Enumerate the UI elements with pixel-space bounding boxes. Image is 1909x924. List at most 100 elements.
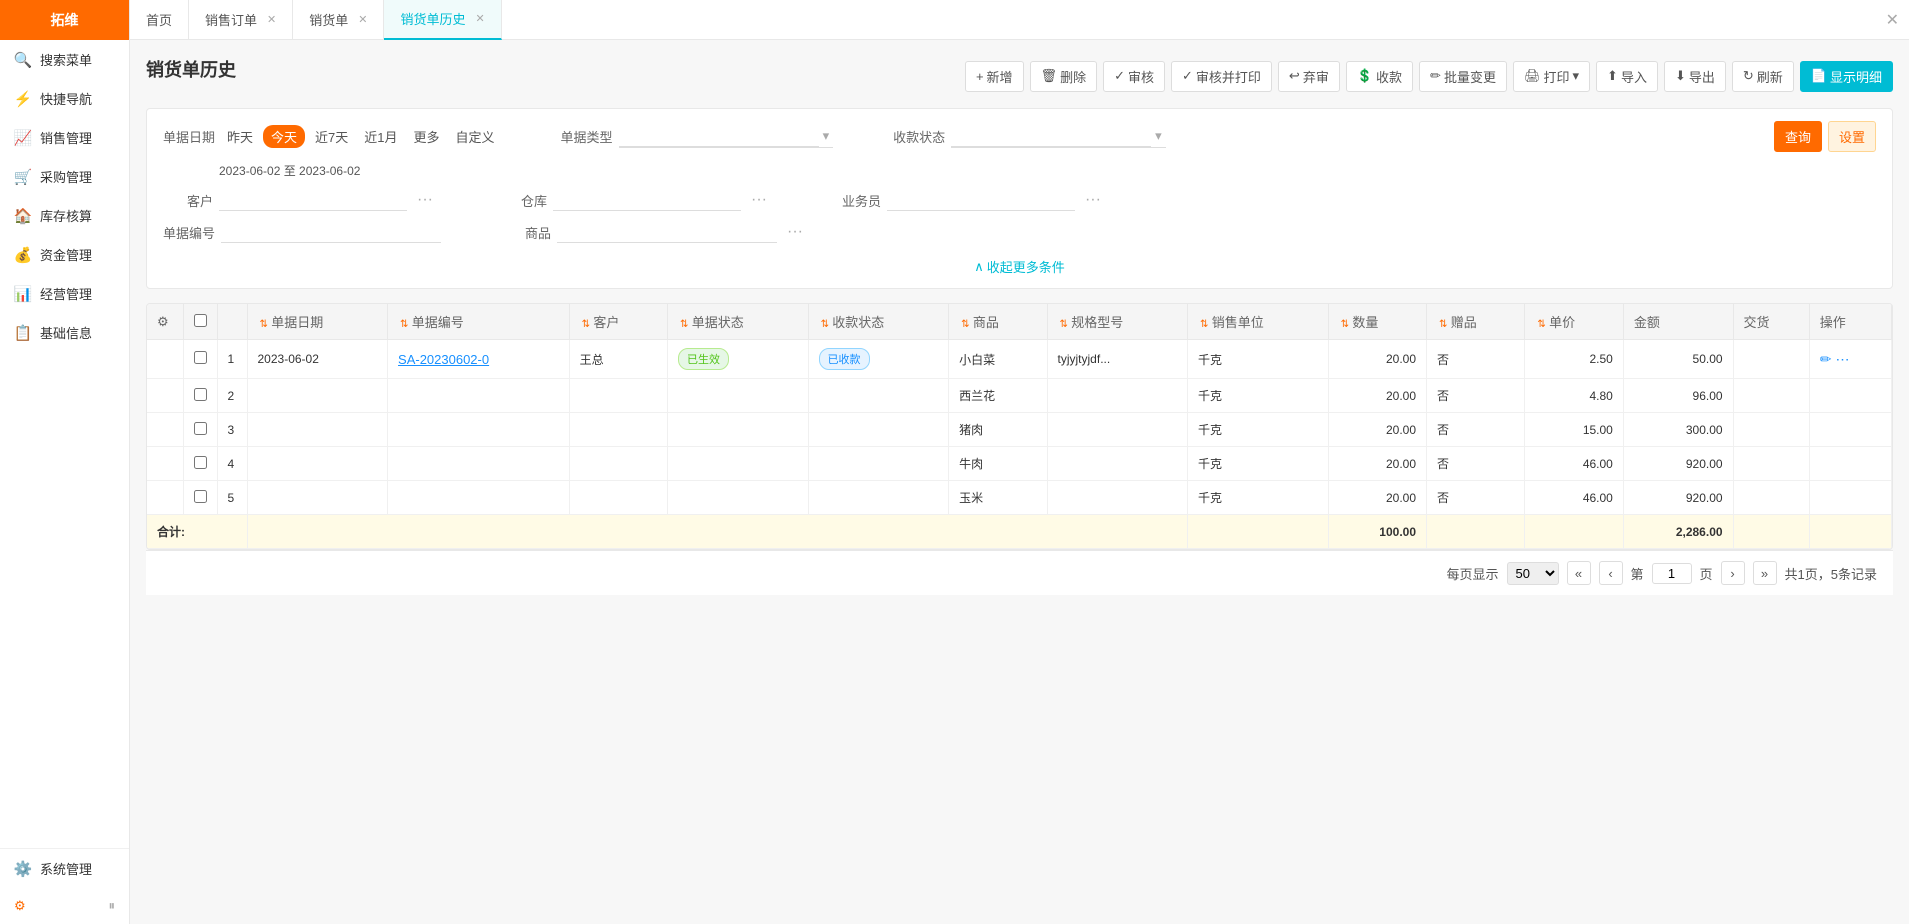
batch-change-button[interactable]: ✏ 批量变更 [1419, 61, 1507, 92]
date-btn-1month[interactable]: 近1月 [358, 125, 403, 148]
sort-customer-icon: ⇅ [582, 319, 590, 330]
collect-status-dropdown-icon[interactable]: ▾ [1151, 128, 1166, 144]
query-button[interactable]: 查询 [1774, 121, 1822, 152]
abandon-button[interactable]: ↩ 弃审 [1278, 61, 1340, 92]
cell-customer-1 [569, 379, 667, 413]
sidebar-item-purchase-mgmt[interactable]: 🛒 采购管理 [0, 157, 129, 196]
cell-transaction-0 [1733, 340, 1809, 379]
salesperson-ellipsis[interactable]: ··· [1081, 191, 1105, 209]
per-page-select[interactable]: 50 100 200 [1507, 562, 1559, 585]
col-gift[interactable]: ⇅ 赠品 [1427, 304, 1525, 340]
edit-icon-0[interactable]: ✏ [1820, 351, 1832, 368]
collapse-icon: ⏸ [109, 898, 116, 914]
sidebar-item-basic-info[interactable]: 📋 基础信息 [0, 313, 129, 352]
date-value: 2023-06-02 至 2023-06-02 [163, 162, 1876, 179]
goods-ellipsis[interactable]: ··· [783, 223, 807, 241]
refresh-button[interactable]: ↻ 刷新 [1732, 61, 1794, 92]
cell-doc-no-0[interactable]: SA-20230602-0 [388, 340, 570, 379]
doc-type-label: 单据类型 [561, 127, 613, 146]
page-input[interactable] [1652, 563, 1692, 584]
sidebar-item-sys-mgmt[interactable]: ⚙️ 系统管理 [0, 849, 129, 888]
tab-home[interactable]: 首页 [130, 0, 189, 40]
customer-ellipsis[interactable]: ··· [413, 191, 437, 209]
col-spec[interactable]: ⇅ 规格型号 [1047, 304, 1188, 340]
row-checkbox-1[interactable] [194, 388, 207, 401]
audit-button[interactable]: ✓ 审核 [1103, 61, 1165, 92]
col-settings[interactable]: ⚙ [147, 304, 183, 340]
cell-unit-price-3: 46.00 [1525, 447, 1623, 481]
row-checkbox-3[interactable] [194, 456, 207, 469]
doc-type-input[interactable] [619, 125, 819, 147]
salesperson-input[interactable] [887, 189, 1075, 211]
goods-input[interactable] [557, 221, 777, 243]
col-doc-date[interactable]: ⇅ 单据日期 [247, 304, 388, 340]
tab-sales-history[interactable]: 销货单历史 ✕ [384, 0, 501, 40]
warehouse-ellipsis[interactable]: ··· [747, 191, 771, 209]
col-goods[interactable]: ⇅ 商品 [949, 304, 1047, 340]
collect-status-input[interactable] [951, 125, 1151, 147]
date-btn-7days[interactable]: 近7天 [309, 125, 354, 148]
page-last-button[interactable]: » [1753, 561, 1777, 585]
tab-bar-close-all[interactable]: ✕ [1886, 10, 1909, 30]
tab-sales-history-close[interactable]: ✕ [476, 12, 485, 25]
page-first-button[interactable]: « [1567, 561, 1591, 585]
print-button[interactable]: 🖨 打印 ▾ [1513, 61, 1590, 92]
date-label: 单据日期 [163, 127, 215, 146]
cell-customer-3 [569, 447, 667, 481]
doc-no-input[interactable] [221, 221, 441, 243]
import-button[interactable]: ⬆ 导入 [1596, 61, 1658, 92]
col-qty[interactable]: ⇅ 数量 [1328, 304, 1426, 340]
row-checkbox-4[interactable] [194, 490, 207, 503]
delete-button[interactable]: 🗑 删除 [1030, 61, 1098, 92]
cell-qty-1: 20.00 [1328, 379, 1426, 413]
sidebar-item-search-menu[interactable]: 🔍 搜索菜单 [0, 40, 129, 79]
date-btn-today[interactable]: 今天 [263, 125, 305, 148]
collect-button[interactable]: 💲 收款 [1346, 61, 1413, 92]
collapse-button[interactable]: ∧ 收起更多条件 [974, 257, 1065, 276]
new-button[interactable]: + 新增 [965, 61, 1024, 92]
sidebar-item-funds-mgmt[interactable]: 💰 资金管理 [0, 235, 129, 274]
col-doc-status[interactable]: ⇅ 单据状态 [668, 304, 809, 340]
table-row: 12023-06-02SA-20230602-0王总已生效已收款小白菜tyjyj… [147, 340, 1892, 379]
export-button[interactable]: ⬇ 导出 [1664, 61, 1726, 92]
col-doc-no[interactable]: ⇅ 单据编号 [388, 304, 570, 340]
cell-transaction-4 [1733, 481, 1809, 515]
sidebar-item-inventory[interactable]: 🏠 库存核算 [0, 196, 129, 235]
query-settings-group: 查询 设置 [1774, 121, 1876, 152]
page-next-button[interactable]: › [1721, 561, 1745, 585]
doc-type-dropdown-icon[interactable]: ▾ [819, 128, 834, 144]
cell-spec-1 [1047, 379, 1188, 413]
page-prev-button[interactable]: ‹ [1599, 561, 1623, 585]
col-collect-status[interactable]: ⇅ 收款状态 [808, 304, 949, 340]
sidebar-item-quick-nav[interactable]: ⚡ 快捷导航 [0, 79, 129, 118]
col-customer[interactable]: ⇅ 客户 [569, 304, 667, 340]
show-detail-button[interactable]: 📄 显示明细 [1800, 61, 1893, 92]
date-btn-custom[interactable]: 自定义 [450, 125, 501, 148]
sidebar-item-sales-mgmt[interactable]: 📈 销售管理 [0, 118, 129, 157]
sidebar-item-ops-mgmt[interactable]: 📊 经营管理 [0, 274, 129, 313]
row-checkbox-2[interactable] [194, 422, 207, 435]
cell-doc-status-3 [668, 447, 809, 481]
col-unit[interactable]: ⇅ 销售单位 [1188, 304, 1329, 340]
col-unit-price[interactable]: ⇅ 单价 [1525, 304, 1623, 340]
cell-unit-1: 千克 [1188, 379, 1329, 413]
more-icon-0[interactable]: ⋯ [1835, 351, 1849, 368]
sort-doc-no-icon: ⇅ [400, 319, 408, 330]
print-icon: 🖨 [1524, 68, 1541, 84]
tab-sales-goods[interactable]: 销货单 ✕ [293, 0, 384, 40]
cell-spec-0: tyjyjtyjdf... [1047, 340, 1188, 379]
sidebar-item-bottom-actions[interactable]: ⚙ ⏸ [0, 888, 129, 924]
date-btn-yesterday[interactable]: 昨天 [221, 125, 259, 148]
select-all-checkbox[interactable] [194, 314, 207, 327]
tab-sales-order-close[interactable]: ✕ [267, 13, 276, 26]
row-checkbox-0[interactable] [194, 351, 207, 364]
tab-sales-goods-close[interactable]: ✕ [358, 13, 367, 26]
collect-icon: 💲 [1357, 68, 1373, 84]
settings-button[interactable]: 设置 [1828, 121, 1876, 152]
warehouse-input[interactable] [553, 189, 741, 211]
customer-input[interactable] [219, 189, 407, 211]
date-btn-more[interactable]: 更多 [408, 125, 446, 148]
audit-print-button[interactable]: ✓ 审核并打印 [1171, 61, 1272, 92]
page-label: 第 [1631, 564, 1644, 583]
tab-sales-order[interactable]: 销售订单 ✕ [189, 0, 293, 40]
